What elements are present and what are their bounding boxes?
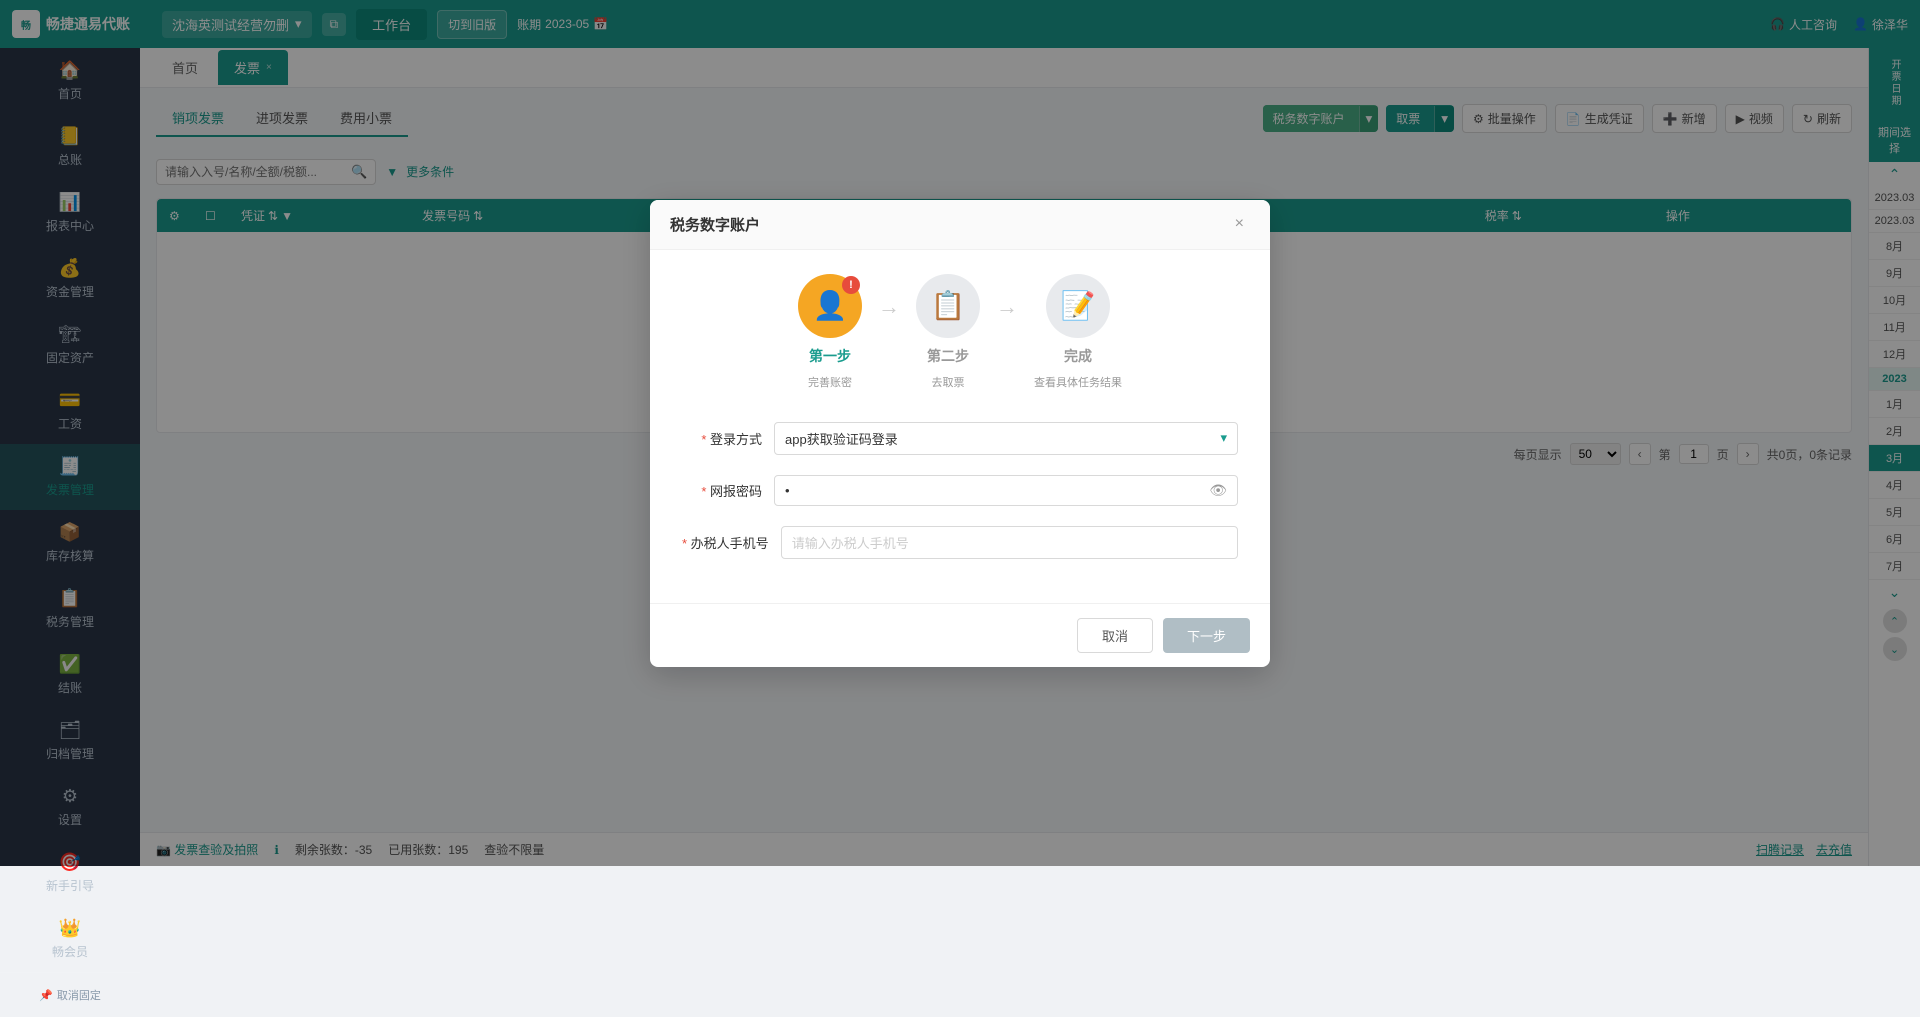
password-row: * 网报密码 • 👁 [682, 475, 1238, 506]
step-2-icon-wrap: 📋 [916, 274, 980, 338]
sidebar-label-guide: 新手引导 [46, 877, 94, 894]
step-2-icon: 📋 [931, 289, 966, 322]
login-method-value: app获取验证码登录 [785, 429, 898, 448]
step-2-desc: 去取票 [932, 374, 965, 390]
step-1-desc: 完善账密 [808, 374, 852, 390]
password-field[interactable]: • 👁 [774, 475, 1238, 506]
sidebar-item-member[interactable]: 👑 畅会员 [0, 906, 140, 972]
phone-field[interactable]: 请输入办税人手机号 [781, 526, 1238, 559]
modal-footer: 取消 下一步 [650, 603, 1270, 667]
phone-label: * 办税人手机号 [682, 533, 769, 552]
pin-icon: 📌 [39, 989, 53, 1002]
member-icon: 👑 [59, 918, 81, 939]
sidebar-bottom: 📌 取消固定 [0, 972, 140, 1017]
tax-account-modal: 税务数字账户 × 👤 ! 第一步 完善账密 → [650, 200, 1270, 667]
cancel-fixed-btn[interactable]: 📌 取消固定 [8, 981, 132, 1009]
step-3-icon-wrap: 📝 [1046, 274, 1110, 338]
sidebar-label-member: 畅会员 [52, 943, 88, 960]
step-3-label: 完成 [1064, 346, 1092, 366]
step-1-label: 第一步 [809, 346, 851, 366]
step-3-desc: 查看具体任务结果 [1034, 374, 1122, 390]
next-btn[interactable]: 下一步 [1163, 618, 1250, 653]
modal-header: 税务数字账户 × [650, 200, 1270, 250]
step-1-icon: 👤 [813, 289, 848, 322]
cancel-btn[interactable]: 取消 [1077, 618, 1153, 653]
step-1-icon-wrap: 👤 ! [798, 274, 862, 338]
step-1: 👤 ! 第一步 完善账密 [798, 274, 862, 390]
phone-row: * 办税人手机号 请输入办税人手机号 [682, 526, 1238, 559]
step-2: 📋 第二步 去取票 [916, 274, 980, 390]
dropdown-icon: ▾ [1220, 430, 1227, 446]
step-2-label: 第二步 [927, 346, 969, 366]
steps-row: 👤 ! 第一步 完善账密 → 📋 第二步 去取票 → [682, 274, 1238, 390]
form-area: * 登录方式 app获取验证码登录 ▾ * 网报密码 • 👁 [682, 422, 1238, 559]
modal-body: 👤 ! 第一步 完善账密 → 📋 第二步 去取票 → [650, 250, 1270, 603]
step-3-icon: 📝 [1061, 289, 1096, 322]
step-1-badge: ! [842, 276, 860, 294]
phone-placeholder: 请输入办税人手机号 [792, 533, 909, 552]
login-method-label: * 登录方式 [682, 429, 762, 448]
step-arrow-1: → [878, 274, 900, 320]
eye-icon[interactable]: 👁 [1209, 482, 1227, 499]
password-label: * 网报密码 [682, 481, 762, 500]
password-dot: • [785, 483, 790, 498]
login-method-row: * 登录方式 app获取验证码登录 ▾ [682, 422, 1238, 455]
login-method-select[interactable]: app获取验证码登录 ▾ [774, 422, 1238, 455]
modal-title: 税务数字账户 [670, 214, 760, 235]
modal-overlay[interactable]: 税务数字账户 × 👤 ! 第一步 完善账密 → [0, 0, 1920, 866]
step-3: 📝 完成 查看具体任务结果 [1034, 274, 1122, 390]
modal-close-btn[interactable]: × [1229, 214, 1250, 234]
step-arrow-2: → [996, 274, 1018, 320]
